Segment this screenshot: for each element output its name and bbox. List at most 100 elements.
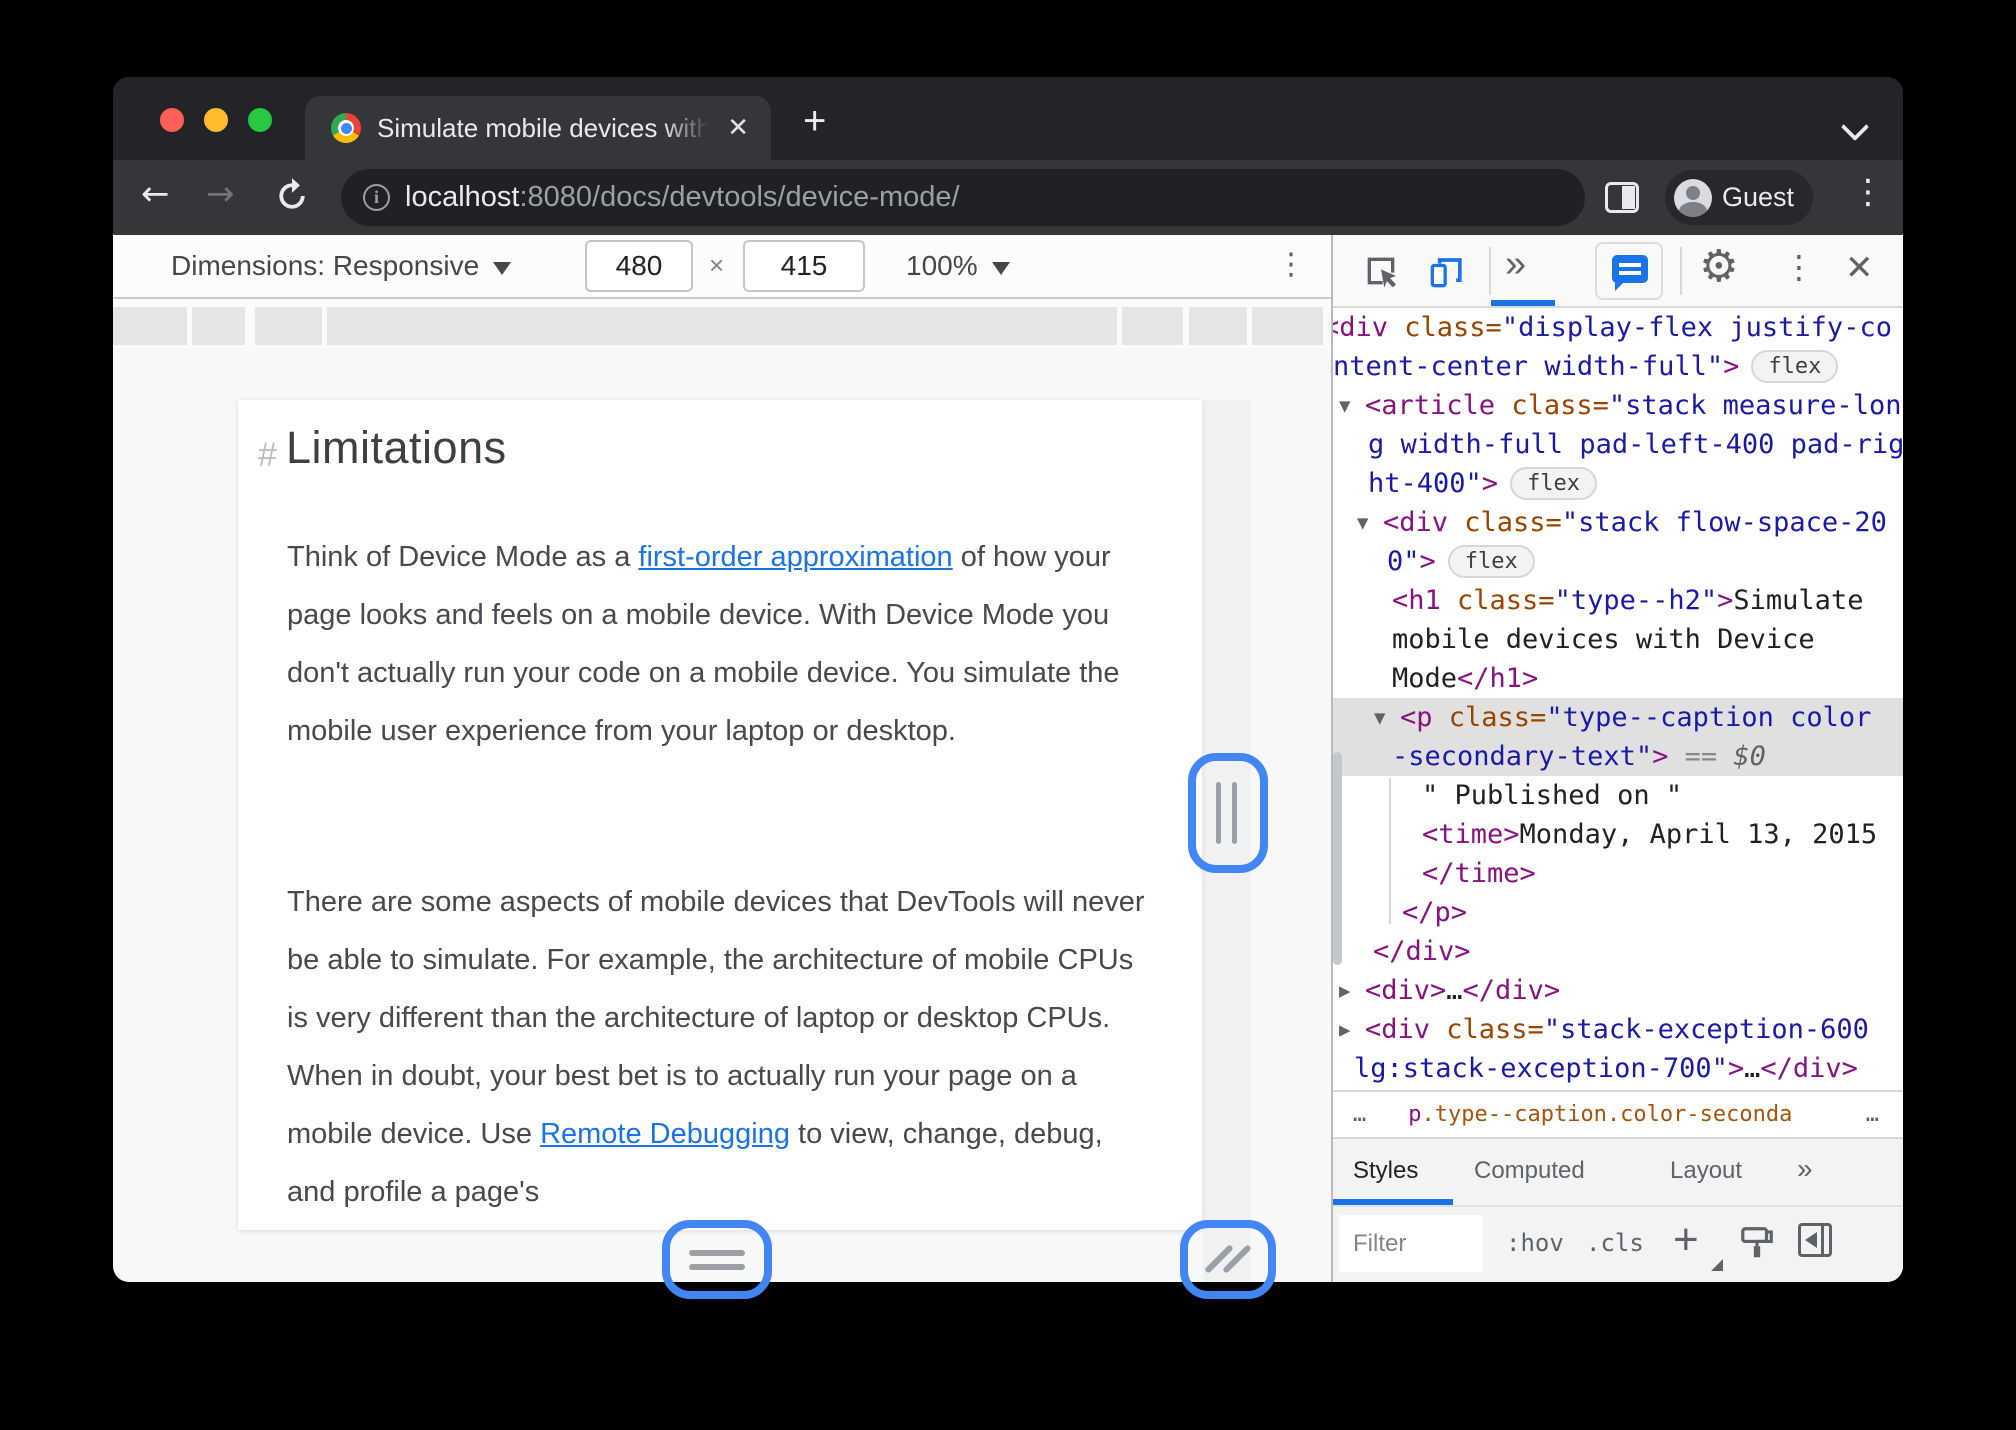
navbar: ← → i localhost:8080/docs/devtools/devic…	[113, 160, 1903, 235]
tab-computed[interactable]: Computed	[1474, 1157, 1585, 1185]
toolbar-divider	[1680, 247, 1682, 295]
tab-search-chevron-icon[interactable]	[1845, 115, 1867, 137]
dom-tree-row[interactable]: -secondary-text"> == $0	[1333, 737, 1903, 776]
browser-tab[interactable]: Simulate mobile devices with D ✕	[305, 96, 771, 160]
dom-tree-row[interactable]: <time>Monday, April 13, 2015	[1333, 815, 1903, 854]
back-button[interactable]: ←	[141, 174, 170, 214]
dom-tree-row[interactable]: ▼ <article class="stack measure-lon	[1333, 386, 1903, 425]
code-token: Monday, April 13, 2015	[1519, 819, 1878, 850]
forward-button[interactable]: →	[206, 174, 235, 214]
toolbar-divider	[1489, 247, 1491, 295]
dom-tree-row[interactable]: ▼ <div class="stack flow-space-20	[1333, 503, 1903, 542]
new-tab-button[interactable]: +	[803, 101, 826, 141]
dom-tree-row[interactable]: 0"> flex	[1333, 542, 1903, 581]
toggle-sidebar-icon[interactable]	[1798, 1223, 1832, 1257]
dom-tree-row[interactable]: </div>	[1333, 932, 1903, 971]
new-style-rule-button[interactable]: +	[1673, 1215, 1699, 1265]
device-toolbar-toggle-icon[interactable]	[1425, 249, 1469, 298]
code-token: >	[1727, 1053, 1745, 1084]
zoom-select[interactable]: 100%	[906, 250, 1010, 282]
dom-tree-row[interactable]: <div class="display-flex justify-co	[1333, 308, 1903, 347]
viewport-resize-handle-bottom[interactable]	[670, 1228, 764, 1291]
tree-expand-icon[interactable]: ▼	[1374, 699, 1400, 738]
dom-tree-row[interactable]: lg:stack-exception-700">…</div>	[1333, 1049, 1903, 1088]
tree-expand-icon[interactable]: ▼	[1339, 387, 1365, 426]
chevron-down-icon	[991, 262, 1010, 275]
close-window-button[interactable]	[160, 108, 184, 132]
fullscreen-window-button[interactable]	[248, 108, 272, 132]
rendering-paint-icon[interactable]	[1738, 1223, 1776, 1268]
inspect-element-icon[interactable]	[1361, 251, 1401, 296]
active-panel-indicator	[1491, 300, 1555, 306]
devtools-menu-button[interactable]: ⋮	[1783, 248, 1815, 286]
device-toolbar-menu-button[interactable]: ⋮	[1276, 247, 1306, 282]
page-scrollbar[interactable]	[1333, 752, 1342, 965]
minimize-window-button[interactable]	[204, 108, 228, 132]
viewport-height-input[interactable]	[743, 240, 865, 292]
media-query-segment[interactable]	[192, 307, 245, 345]
code-token: </div>	[1760, 1053, 1858, 1084]
code-token: <div>	[1365, 975, 1447, 1006]
media-query-segment[interactable]	[113, 307, 187, 345]
annotation-ring-right-resize	[1188, 753, 1268, 873]
more-panels-icon[interactable]: »	[1505, 243, 1526, 286]
flex-badge[interactable]: flex	[1510, 467, 1598, 500]
dom-tree-row[interactable]: mobile devices with Device	[1333, 620, 1903, 659]
viewport-width-input[interactable]	[585, 240, 693, 292]
viewport-resize-handle-corner[interactable]	[1188, 1228, 1268, 1291]
styles-filter-input[interactable]	[1339, 1215, 1483, 1272]
breadcrumb-node[interactable]: p.type--caption.color-seconda	[1408, 1102, 1792, 1127]
message-bubble-icon	[1612, 255, 1648, 291]
devtools-close-icon[interactable]: ✕	[1845, 248, 1874, 288]
dom-tree-row[interactable]: ht-400"> flex	[1333, 464, 1903, 503]
dimensions-label: Dimensions: Responsive	[171, 250, 480, 281]
breadcrumb-tag: p	[1408, 1102, 1422, 1127]
more-tabs-icon[interactable]: »	[1797, 1153, 1813, 1185]
browser-menu-button[interactable]: ⋮	[1851, 172, 1885, 212]
address-bar[interactable]: i localhost:8080/docs/devtools/device-mo…	[341, 169, 1585, 226]
dom-tree-row[interactable]: ▼ <p class="type--caption color	[1333, 698, 1903, 737]
tree-guide-line	[1389, 778, 1391, 924]
new-style-rule-dropdown-corner	[1711, 1259, 1723, 1271]
media-query-segment[interactable]	[1252, 307, 1323, 345]
text-link[interactable]: Remote Debugging	[540, 1118, 790, 1150]
code-token: <p	[1400, 702, 1449, 733]
dom-tree-row[interactable]: Mode</h1>	[1333, 659, 1903, 698]
dom-tree-row[interactable]: " Published on "	[1333, 776, 1903, 815]
dom-tree-row[interactable]: ntent-center width-full"> flex	[1333, 347, 1903, 386]
settings-gear-icon[interactable]: ⚙	[1699, 241, 1738, 292]
dom-tree-row[interactable]: </p>	[1333, 893, 1903, 932]
dom-tree-row[interactable]: ▶ <div class="stack-exception-600	[1333, 1010, 1903, 1049]
dom-tree-row[interactable]: </time>	[1333, 854, 1903, 893]
profile-button[interactable]: Guest	[1665, 170, 1813, 225]
tree-expand-icon[interactable]: ▼	[1357, 504, 1383, 543]
toggle-class-button[interactable]: .cls	[1586, 1229, 1644, 1257]
tab-styles[interactable]: Styles	[1353, 1157, 1418, 1185]
dom-tree-row[interactable]: <h1 class="type--h2">Simulate	[1333, 581, 1903, 620]
side-panel-icon[interactable]	[1605, 182, 1639, 213]
media-query-segment[interactable]	[1122, 307, 1183, 345]
flex-badge[interactable]: flex	[1447, 545, 1535, 578]
toggle-hover-state-button[interactable]: :hov	[1506, 1229, 1564, 1257]
media-query-segment[interactable]	[327, 307, 1117, 345]
tab-close-icon[interactable]: ✕	[727, 112, 749, 143]
reload-button[interactable]	[273, 177, 311, 220]
viewport-resize-handle-right[interactable]	[1196, 761, 1260, 865]
media-query-segment[interactable]	[255, 307, 322, 345]
heading-anchor-hash[interactable]: #	[258, 436, 277, 475]
flex-badge[interactable]: flex	[1751, 350, 1839, 383]
text-link[interactable]: first-order approximation	[638, 541, 952, 573]
dom-tree-row[interactable]: ▶ <div>…</div>	[1333, 971, 1903, 1010]
dom-tree-row[interactable]: g width-full pad-left-400 pad-rig	[1333, 425, 1903, 464]
dimensions-select[interactable]: Dimensions: Responsive	[171, 250, 512, 282]
breadcrumb-overflow-left[interactable]: …	[1353, 1102, 1368, 1127]
breadcrumb-overflow-right[interactable]: …	[1866, 1102, 1881, 1127]
console-drawer-button[interactable]	[1595, 242, 1663, 300]
dom-tree: <div class="display-flex justify-content…	[1333, 308, 1903, 1090]
tree-expand-icon[interactable]: ▶	[1339, 972, 1365, 1011]
media-query-segment[interactable]	[1189, 307, 1247, 345]
tab-layout[interactable]: Layout	[1670, 1157, 1742, 1185]
code-token: </h1>	[1457, 663, 1539, 694]
tree-expand-icon[interactable]: ▶	[1339, 1011, 1365, 1050]
site-info-icon[interactable]: i	[363, 184, 390, 211]
